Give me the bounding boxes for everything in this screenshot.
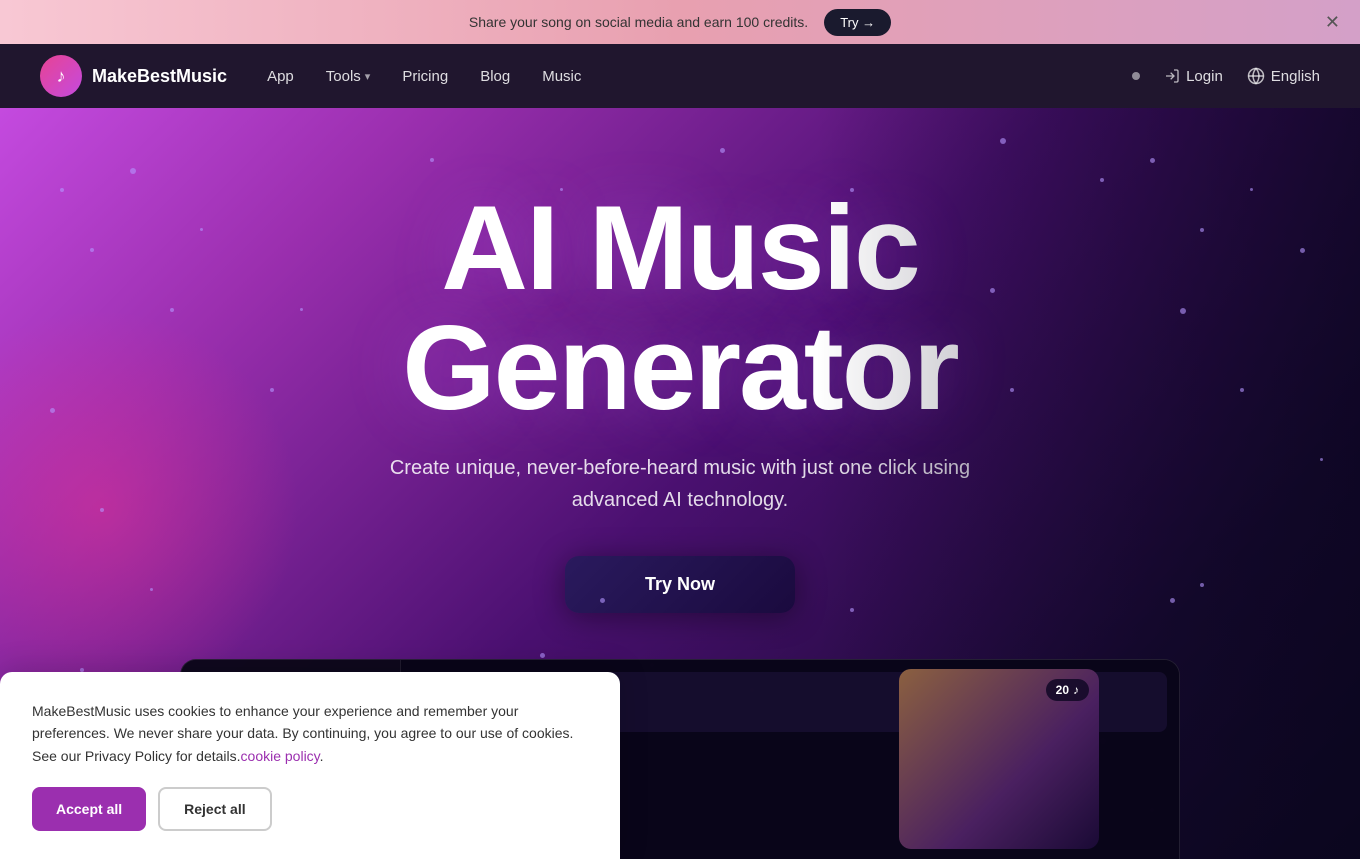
dot-icon [1132, 72, 1140, 80]
dot [1240, 388, 1244, 392]
login-button[interactable]: Login [1164, 68, 1223, 85]
dot [540, 653, 545, 658]
cookie-buttons: Accept all Reject all [32, 787, 588, 831]
dot [170, 308, 174, 312]
nav-pricing[interactable]: Pricing [402, 68, 448, 85]
dot [1300, 248, 1305, 253]
nav-blog[interactable]: Blog [480, 68, 510, 85]
brand-name: MakeBestMusic [92, 66, 227, 87]
dot [1200, 583, 1204, 587]
dot [130, 168, 136, 174]
dot [1150, 158, 1155, 163]
dot [990, 288, 995, 293]
dot [1000, 138, 1006, 144]
dot [430, 158, 434, 162]
dot [200, 228, 203, 231]
announcement-text: Share your song on social media and earn… [469, 14, 808, 30]
dot [1320, 458, 1323, 461]
dot [1100, 178, 1104, 182]
accept-all-button[interactable]: Accept all [32, 787, 146, 831]
dot [720, 148, 725, 153]
nav-app[interactable]: App [267, 68, 294, 85]
chevron-down-icon: ▾ [365, 70, 371, 83]
dot [300, 308, 303, 311]
dot [850, 608, 854, 612]
dot [1010, 388, 1014, 392]
globe-icon [1247, 67, 1265, 85]
try-now-button[interactable]: Try Now [565, 556, 795, 613]
login-icon [1164, 68, 1180, 84]
nav-links: App Tools ▾ Pricing Blog Music [267, 68, 1132, 85]
nav-music[interactable]: Music [542, 68, 581, 85]
credits-badge: 20 ♪ [1046, 679, 1089, 701]
language-button[interactable]: English [1247, 67, 1320, 85]
dot [1200, 228, 1204, 232]
close-announcement-button[interactable]: ✕ [1325, 13, 1340, 31]
hero-title: AI Music Generator [402, 188, 958, 428]
credits-count: 20 [1056, 683, 1069, 697]
dot [1250, 188, 1253, 191]
dot [60, 188, 64, 192]
app-thumbnail: 20 ♪ [899, 669, 1099, 849]
announcement-cta[interactable]: Try → [824, 9, 891, 36]
cookie-banner: MakeBestMusic uses cookies to enhance yo… [0, 672, 620, 859]
dot [1180, 308, 1186, 314]
navbar: ♪ MakeBestMusic App Tools ▾ Pricing Blog… [0, 44, 1360, 108]
reject-all-button[interactable]: Reject all [158, 787, 271, 831]
dot [150, 588, 153, 591]
dot [270, 388, 274, 392]
dot [1170, 598, 1175, 603]
pink-glow [0, 308, 300, 708]
cookie-policy-link[interactable]: cookie policy [241, 748, 320, 764]
music-icon: ♪ [1073, 683, 1079, 697]
cookie-text: MakeBestMusic uses cookies to enhance yo… [32, 700, 588, 767]
hero-subtitle: Create unique, never-before-heard music … [370, 452, 990, 516]
dot [100, 508, 104, 512]
nav-tools[interactable]: Tools ▾ [326, 68, 371, 85]
dot [90, 248, 94, 252]
dot [50, 408, 55, 413]
announcement-bar: Share your song on social media and earn… [0, 0, 1360, 44]
logo-icon: ♪ [40, 55, 82, 97]
nav-right: Login English [1132, 67, 1320, 85]
logo[interactable]: ♪ MakeBestMusic [40, 55, 227, 97]
